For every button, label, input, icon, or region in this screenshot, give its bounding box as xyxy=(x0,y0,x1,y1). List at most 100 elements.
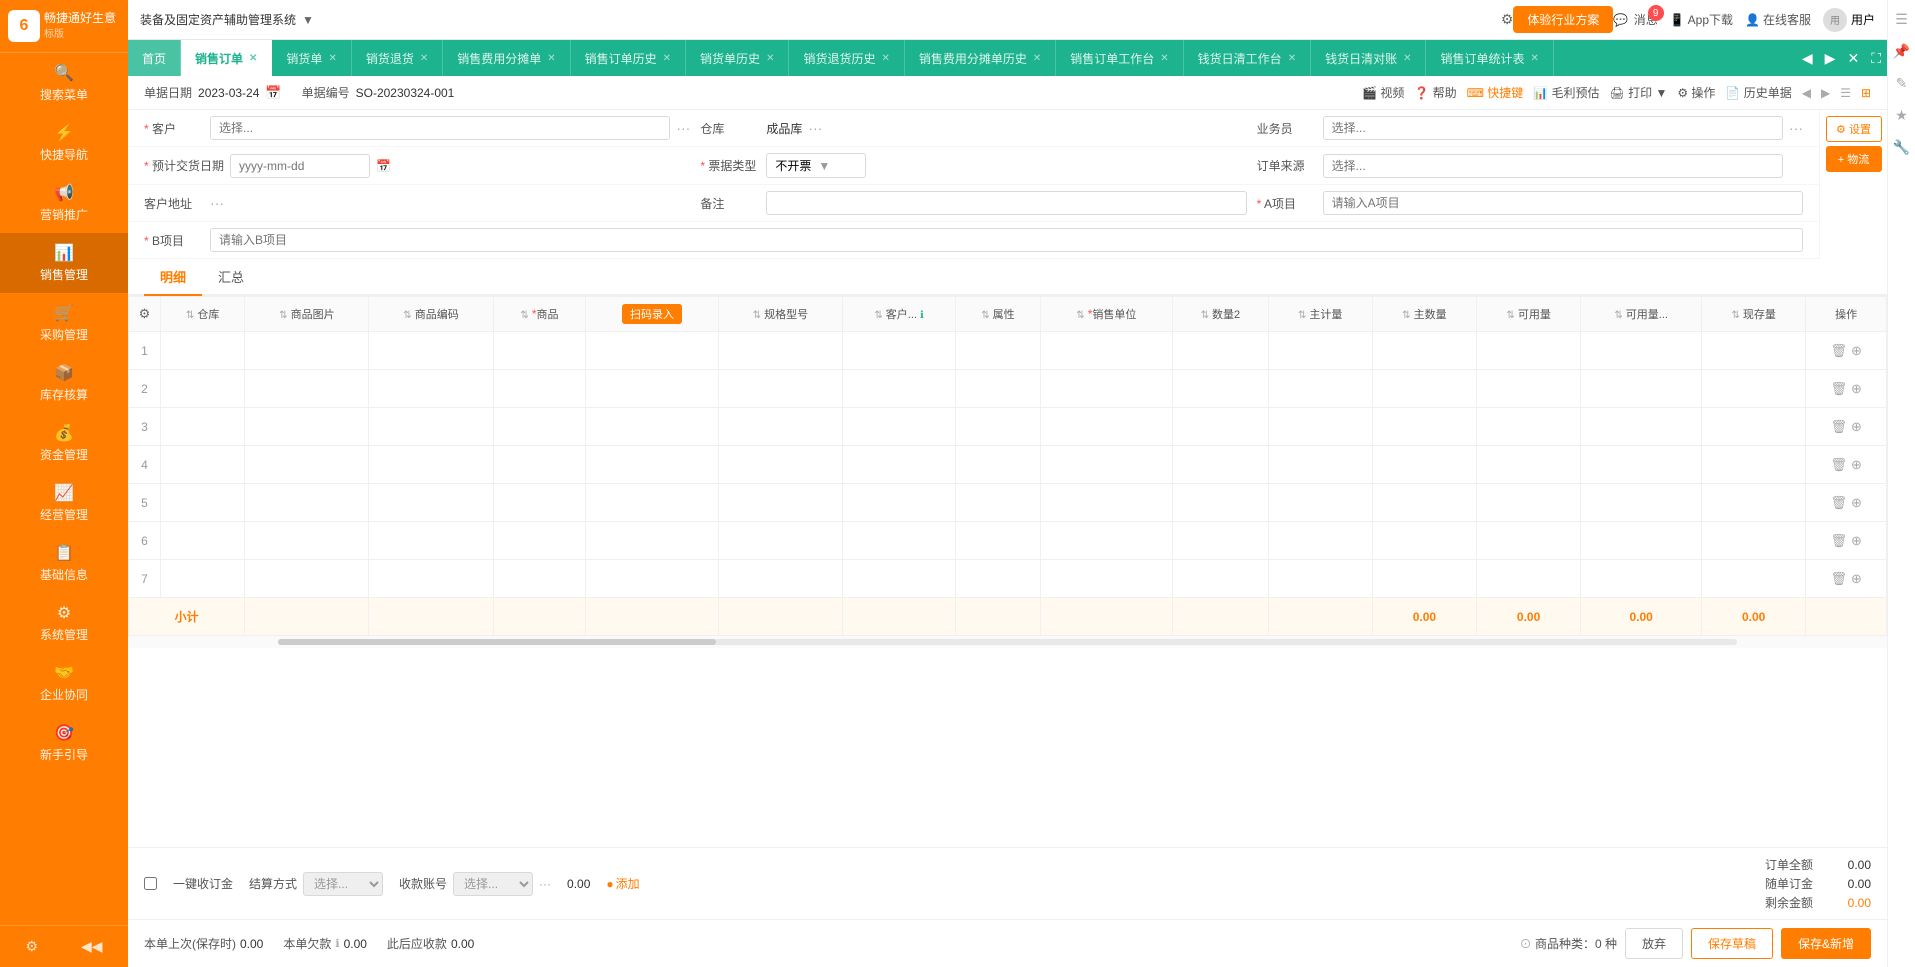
cell-qty2-5[interactable] xyxy=(1173,484,1268,522)
cell-avail2-7[interactable] xyxy=(1581,560,1702,598)
delete-icon-7[interactable]: 🗑 xyxy=(1830,571,1847,587)
tab-sales-order[interactable]: 销售订单 ✕ xyxy=(181,40,272,76)
ticket-select[interactable]: 不开票 ▼ xyxy=(766,153,866,178)
panel-icon-3[interactable]: ✎ xyxy=(1891,72,1913,94)
cell-unit-5[interactable] xyxy=(1040,484,1173,522)
cell-qty2-7[interactable] xyxy=(1173,560,1268,598)
cell-avail-4[interactable] xyxy=(1477,446,1581,484)
tab-sales-order-history[interactable]: 销售订单历史 ✕ xyxy=(571,40,686,76)
detail-tab-summary[interactable]: 汇总 xyxy=(202,259,260,296)
sidebar-item-purchase[interactable]: 🛒 采购管理 xyxy=(0,293,128,353)
copy-icon-6[interactable]: ⊕ xyxy=(1851,533,1862,549)
tab-close-icon[interactable]: ✕ xyxy=(663,53,671,64)
cell-name-4[interactable] xyxy=(493,446,586,484)
tab-close-icon[interactable]: ✕ xyxy=(420,53,428,64)
tab-next-btn[interactable]: ▶ xyxy=(1819,40,1842,76)
save-draft-btn[interactable]: 保存草稿 xyxy=(1691,928,1773,959)
cell-name-6[interactable] xyxy=(493,522,586,560)
ops-btn[interactable]: ⚙ 操作 xyxy=(1677,84,1715,101)
cell-warehouse-7[interactable] xyxy=(161,560,245,598)
cell-code-3[interactable] xyxy=(369,408,493,446)
video-btn[interactable]: 🎬 视频 xyxy=(1362,84,1404,101)
cell-avail2-3[interactable] xyxy=(1581,408,1702,446)
cell-attr-2[interactable] xyxy=(956,370,1040,408)
cell-image-7[interactable] xyxy=(245,560,369,598)
cell-spec-5[interactable] xyxy=(718,484,842,522)
sidebar-item-navigation[interactable]: ⚡ 快捷导航 xyxy=(0,113,128,173)
cell-mainqty-4[interactable] xyxy=(1372,446,1476,484)
staff-input[interactable] xyxy=(1323,116,1783,140)
message-btn[interactable]: 💬 消息 9 xyxy=(1613,11,1657,28)
cell-avail-3[interactable] xyxy=(1477,408,1581,446)
cell-image-4[interactable] xyxy=(245,446,369,484)
sidebar-item-finance[interactable]: 💰 资金管理 xyxy=(0,413,128,473)
cell-stock-6[interactable] xyxy=(1702,522,1806,560)
cell-mainunit-4[interactable] xyxy=(1268,446,1372,484)
cell-code-7[interactable] xyxy=(369,560,493,598)
cell-image-3[interactable] xyxy=(245,408,369,446)
online-service-btn[interactable]: 👤 在线客服 xyxy=(1745,11,1811,28)
industry-btn[interactable]: 体验行业方案 xyxy=(1513,6,1613,33)
sidebar-settings-btn[interactable]: ⚙ xyxy=(21,934,42,959)
cell-mainqty-2[interactable] xyxy=(1372,370,1476,408)
cell-ccode-6[interactable] xyxy=(842,522,955,560)
cell-unit-1[interactable] xyxy=(1040,332,1173,370)
cell-unit-7[interactable] xyxy=(1040,560,1173,598)
sidebar-item-enterprise[interactable]: 🤝 企业协同 xyxy=(0,653,128,713)
tab-home[interactable]: 首页 xyxy=(128,40,181,76)
cell-stock-5[interactable] xyxy=(1702,484,1806,522)
cell-avail-1[interactable] xyxy=(1477,332,1581,370)
cell-unit-6[interactable] xyxy=(1040,522,1173,560)
cell-mainunit-3[interactable] xyxy=(1268,408,1372,446)
cell-stock-2[interactable] xyxy=(1702,370,1806,408)
sidebar-item-search[interactable]: 🔍 搜索菜单 xyxy=(0,53,128,113)
th-main-qty[interactable]: ⇅ 主数量 xyxy=(1372,297,1476,332)
cell-attr-5[interactable] xyxy=(956,484,1040,522)
user-menu[interactable]: 用 用户 xyxy=(1823,8,1875,32)
cell-stock-7[interactable] xyxy=(1702,560,1806,598)
sidebar-item-guide[interactable]: 🎯 新手引导 xyxy=(0,713,128,773)
sidebar-item-operations[interactable]: 📈 经营管理 xyxy=(0,473,128,533)
cell-mainqty-3[interactable] xyxy=(1372,408,1476,446)
calendar2-icon[interactable]: 📅 xyxy=(376,159,391,173)
cell-image-1[interactable] xyxy=(245,332,369,370)
cell-avail-2[interactable] xyxy=(1477,370,1581,408)
cell-qty2-6[interactable] xyxy=(1173,522,1268,560)
tab-sales-return-history[interactable]: 销货退货历史 ✕ xyxy=(789,40,904,76)
tab-close-icon[interactable]: ✕ xyxy=(1160,53,1168,64)
cell-warehouse-4[interactable] xyxy=(161,446,245,484)
tab-cash-reconcile[interactable]: 钱货日清对账 ✕ xyxy=(1311,40,1426,76)
save-new-btn[interactable]: 保存&新增 xyxy=(1781,928,1871,959)
receipt-more-icon[interactable]: ··· xyxy=(539,877,551,891)
detail-tab-detail[interactable]: 明细 xyxy=(144,259,202,296)
cell-name-7[interactable] xyxy=(493,560,586,598)
cell-spec-7[interactable] xyxy=(718,560,842,598)
cell-image-6[interactable] xyxy=(245,522,369,560)
shortcut-btn[interactable]: ⌨ 快捷键 xyxy=(1467,84,1524,101)
tab-close-icon[interactable]: ✕ xyxy=(1403,53,1411,64)
note-input[interactable] xyxy=(766,191,1246,215)
th-name[interactable]: ⇅ *商品 xyxy=(493,297,586,332)
panel-icon-1[interactable]: ☰ xyxy=(1891,8,1913,30)
cell-avail-7[interactable] xyxy=(1477,560,1581,598)
th-unit[interactable]: ⇅ *销售单位 xyxy=(1040,297,1173,332)
th-stock[interactable]: ⇅ 现存量 xyxy=(1702,297,1806,332)
cell-code-6[interactable] xyxy=(369,522,493,560)
tab-sales-goods[interactable]: 销货单 ✕ xyxy=(272,40,351,76)
cell-avail2-4[interactable] xyxy=(1581,446,1702,484)
cell-warehouse-2[interactable] xyxy=(161,370,245,408)
cell-avail-5[interactable] xyxy=(1477,484,1581,522)
delete-icon-1[interactable]: 🗑 xyxy=(1830,343,1847,359)
cell-ccode-1[interactable] xyxy=(842,332,955,370)
tab-menu-btn[interactable]: ✕ xyxy=(1841,40,1865,76)
cell-avail-6[interactable] xyxy=(1477,522,1581,560)
cell-attr-3[interactable] xyxy=(956,408,1040,446)
cell-ccode-5[interactable] xyxy=(842,484,955,522)
tab-sales-expense-history[interactable]: 销售费用分摊单历史 ✕ xyxy=(905,40,1056,76)
cell-qty2-4[interactable] xyxy=(1173,446,1268,484)
cell-mainunit-5[interactable] xyxy=(1268,484,1372,522)
cell-name-3[interactable] xyxy=(493,408,586,446)
cell-image-5[interactable] xyxy=(245,484,369,522)
settings-btn[interactable]: ⚙ 设置 xyxy=(1826,116,1882,142)
delete-icon-6[interactable]: 🗑 xyxy=(1830,533,1847,549)
